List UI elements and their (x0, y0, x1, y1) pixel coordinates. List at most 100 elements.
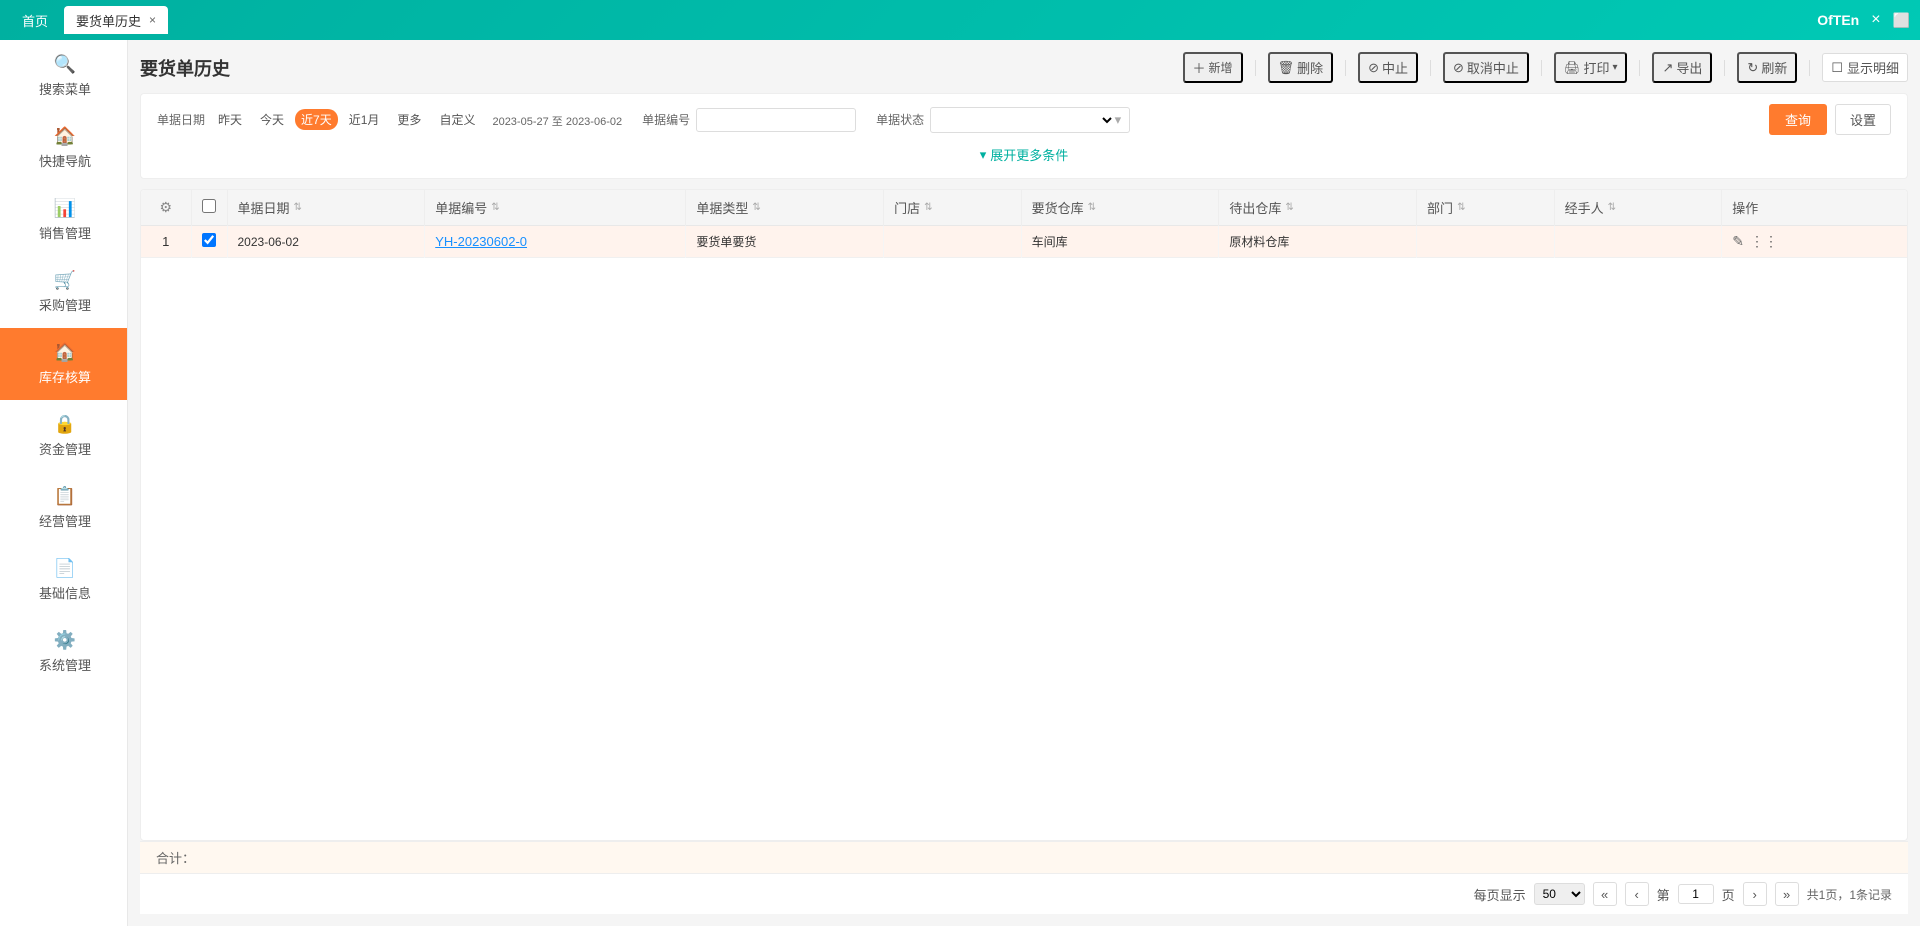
date-btn-today[interactable]: 今天 (253, 108, 291, 131)
docno-input[interactable] (696, 108, 856, 132)
sort-icon-store[interactable]: ⇅ (924, 202, 932, 213)
sort-icon-date[interactable]: ⇅ (294, 202, 302, 213)
divider (1430, 60, 1431, 76)
sidebar-item-label: 经营管理 (39, 511, 91, 530)
chevron-down-icon: ▾ (980, 147, 987, 163)
stop-button[interactable]: ⊘ 中止 (1358, 52, 1418, 83)
sort-icon-dept[interactable]: ⇅ (1457, 202, 1465, 213)
date-btn-custom[interactable]: 自定义 (432, 108, 482, 131)
divider (1639, 60, 1640, 76)
sort-icon-req-warehouse[interactable]: ⇅ (1088, 202, 1096, 213)
close-tab-icon[interactable]: × (149, 13, 156, 27)
sidebar-item-quick-nav[interactable]: 🏠 快捷导航 (0, 112, 127, 184)
col-action: 操作 (1722, 190, 1907, 226)
new-button[interactable]: ＋ 新增 (1183, 52, 1243, 83)
sidebar-item-operations[interactable]: 📋 经营管理 (0, 472, 127, 544)
divider (1345, 60, 1346, 76)
row-store (884, 226, 1022, 258)
sort-icon-pending-warehouse[interactable]: ⇅ (1285, 202, 1293, 213)
last-page-btn[interactable]: » (1775, 882, 1799, 906)
sort-icon-docno[interactable]: ⇅ (491, 202, 499, 213)
row-doctype: 要货单要货 (686, 226, 884, 258)
row-action: ✎ ⋮⋮ (1722, 226, 1907, 258)
refresh-icon: ↻ (1747, 60, 1758, 76)
refresh-button[interactable]: ↻ 刷新 (1737, 52, 1797, 83)
sort-icon-handler[interactable]: ⇅ (1608, 202, 1616, 213)
prev-page-btn[interactable]: ‹ (1625, 882, 1649, 906)
more-icon[interactable]: ⋮⋮ (1750, 233, 1778, 250)
row-date: 2023-06-02 (227, 226, 425, 258)
cart-icon: 🛒 (54, 270, 76, 291)
col-handler: 经手人 ⇅ (1554, 190, 1722, 226)
sidebar: 🔍 搜索菜单 🏠 快捷导航 📊 销售管理 🛒 采购管理 🏠 库存核算 🔒 资金管… (0, 40, 128, 926)
divider (1255, 60, 1256, 76)
sidebar-item-finance[interactable]: 🔒 资金管理 (0, 400, 127, 472)
sidebar-item-label: 搜索菜单 (39, 79, 91, 98)
date-btn-yesterday[interactable]: 昨天 (211, 108, 249, 131)
page-input[interactable] (1678, 884, 1714, 904)
status-filter-group: 单据状态 待审核 已审核 已中止 ▾ (876, 107, 1130, 133)
divider (1809, 60, 1810, 76)
row-no: 1 (141, 226, 191, 258)
table-settings-icon[interactable]: ⚙ (159, 199, 172, 215)
select-all-checkbox[interactable] (202, 199, 216, 213)
status-select[interactable]: 待审核 已审核 已中止 (939, 112, 1114, 128)
lock-icon: 🔒 (54, 414, 76, 435)
row-handler (1554, 226, 1722, 258)
date-btn-last7[interactable]: 近7天 (295, 109, 338, 130)
tab-home[interactable]: 首页 (10, 6, 60, 34)
sidebar-item-search-menu[interactable]: 🔍 搜索菜单 (0, 40, 127, 112)
col-settings: ⚙ (141, 190, 191, 226)
col-dept: 部门 ⇅ (1417, 190, 1555, 226)
window-close-btn[interactable]: × (1871, 11, 1880, 29)
table-footer: 合计： (140, 841, 1908, 873)
gear-icon: ⚙️ (54, 630, 76, 651)
row-check (191, 226, 227, 258)
tab-requisition-history[interactable]: 要货单历史 × (64, 6, 168, 34)
row-pending-warehouse: 原材料仓库 (1219, 226, 1417, 258)
sidebar-item-inventory[interactable]: 🏠 库存核算 (0, 328, 127, 400)
date-btn-more[interactable]: 更多 (390, 108, 428, 131)
date-filter-btns: 昨天 今天 近7天 近1月 更多 自定义 (211, 108, 482, 131)
checkbox-icon: ☐ (1831, 60, 1843, 76)
status-select-wrapper[interactable]: 待审核 已审核 已中止 ▾ (930, 107, 1130, 133)
col-doctype: 单据类型 ⇅ (686, 190, 884, 226)
export-button[interactable]: ↗ 导出 (1652, 52, 1712, 83)
sort-icon-doctype[interactable]: ⇅ (752, 202, 760, 213)
window-maximize-btn[interactable]: ⬜ (1893, 12, 1910, 29)
col-docno: 单据编号 ⇅ (425, 190, 686, 226)
expand-more-btn[interactable]: ▾ 展开更多条件 (972, 141, 1077, 168)
toolbar: ＋ 新增 🗑 删除 ⊘ 中止 ⊘ 取消中止 (1183, 52, 1908, 83)
doc-icon: 📄 (54, 558, 76, 579)
divider (1724, 60, 1725, 76)
col-req-warehouse: 要货仓库 ⇅ (1021, 190, 1219, 226)
sidebar-item-purchase[interactable]: 🛒 采购管理 (0, 256, 127, 328)
row-req-warehouse: 车间库 (1021, 226, 1219, 258)
next-page-btn[interactable]: › (1743, 882, 1767, 906)
pagination-bar: 每页显示 20 50 100 200 « ‹ 第 页 › » 共1页，1条记录 (140, 873, 1908, 914)
row-checkbox[interactable] (202, 233, 216, 247)
settings-button[interactable]: 设置 (1835, 104, 1891, 135)
sidebar-item-system[interactable]: ⚙️ 系统管理 (0, 616, 127, 688)
delete-button[interactable]: 🗑 删除 (1268, 52, 1334, 83)
docno-filter-group: 单据编号 (642, 108, 856, 132)
col-date: 单据日期 ⇅ (227, 190, 425, 226)
date-btn-last-month[interactable]: 近1月 (342, 108, 387, 131)
sidebar-item-basic-info[interactable]: 📄 基础信息 (0, 544, 127, 616)
print-button[interactable]: 🖨 打印 ▾ (1554, 52, 1628, 83)
sidebar-item-sales[interactable]: 📊 销售管理 (0, 184, 127, 256)
display-detail-btn[interactable]: ☐ 显示明细 (1822, 53, 1908, 82)
export-icon: ↗ (1662, 60, 1673, 76)
per-page-select[interactable]: 20 50 100 200 (1534, 883, 1585, 905)
first-page-btn[interactable]: « (1593, 882, 1617, 906)
docno-link[interactable]: YH-20230602-0 (435, 234, 527, 249)
clipboard-icon: 📋 (54, 486, 76, 507)
page-label: 第 (1657, 885, 1670, 904)
table-header-row: ⚙ 单据日期 ⇅ 单据编号 (141, 190, 1907, 226)
action-icons: ✎ ⋮⋮ (1732, 233, 1897, 250)
query-button[interactable]: 查询 (1769, 104, 1827, 135)
cancel-stop-button[interactable]: ⊘ 取消中止 (1443, 52, 1529, 83)
row-docno[interactable]: YH-20230602-0 (425, 226, 686, 258)
edit-icon[interactable]: ✎ (1732, 233, 1744, 250)
print-icon: 🖨 (1564, 60, 1581, 76)
